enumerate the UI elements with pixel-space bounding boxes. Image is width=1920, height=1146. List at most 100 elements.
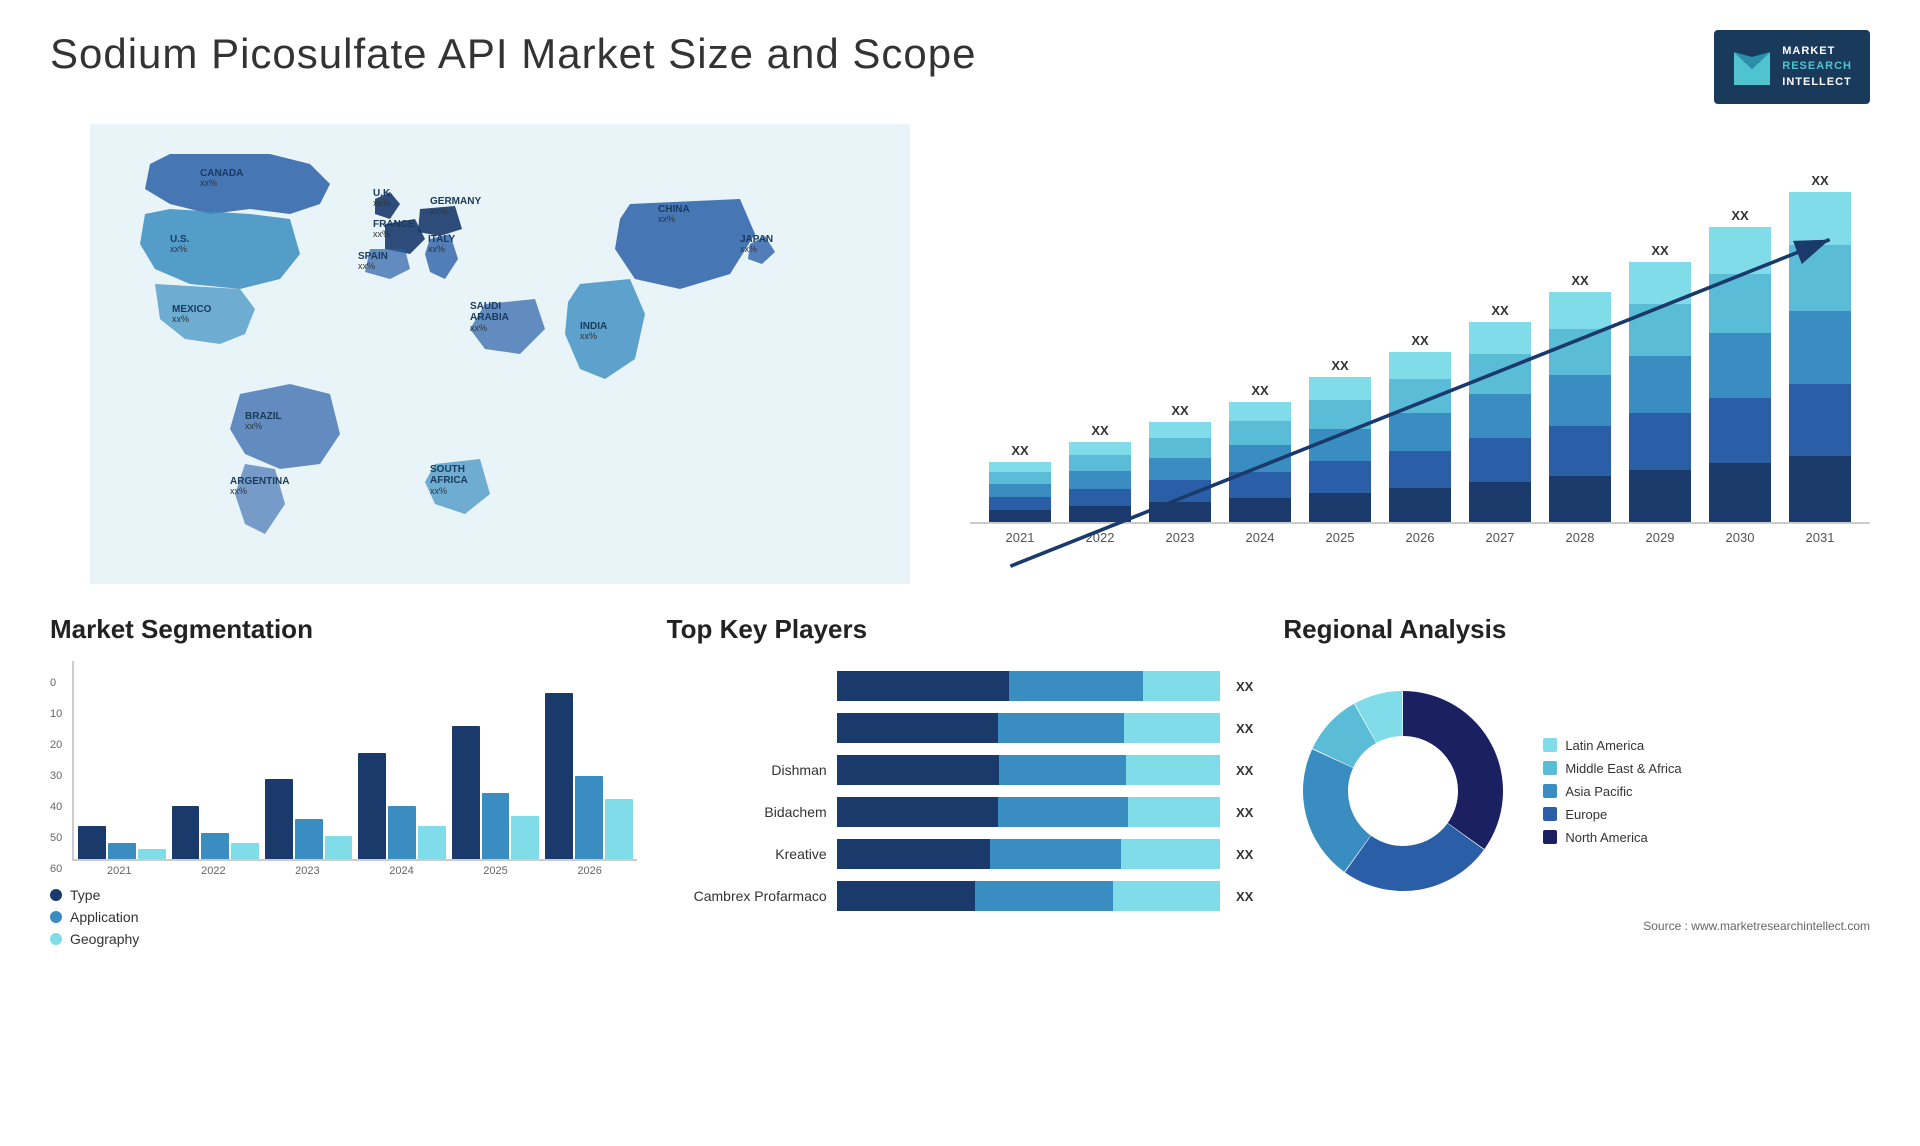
player-bar-seg-1 (990, 839, 1121, 869)
player-name: Cambrex Profarmaco (667, 888, 827, 904)
donut-chart (1283, 671, 1523, 911)
bar-group-2027: XX (1469, 303, 1531, 522)
chart-x-label-2031: 2031 (1780, 530, 1860, 545)
players-chart: XXXXDishmanXXBidachemXXKreativeXXCambrex… (667, 671, 1254, 923)
player-bar-seg-2 (1113, 881, 1220, 911)
player-bar-stacked (837, 797, 1220, 827)
bar-segment-1 (1709, 463, 1771, 522)
player-bar-container (837, 671, 1220, 701)
bar-group-2021: XX (989, 443, 1051, 522)
chart-x-labels: 2021202220232024202520262027202820292030… (970, 524, 1870, 545)
svg-text:SOUTH: SOUTH (430, 464, 465, 475)
bar-segment-5 (1629, 262, 1691, 304)
bar-segment-5 (1709, 227, 1771, 274)
seg-y-labels: 60 50 40 30 20 10 0 (50, 677, 62, 877)
stacked-bar (1709, 227, 1771, 522)
bar-label-top: XX (1811, 173, 1828, 188)
bar-group-2026: XX (1389, 333, 1451, 522)
chart-x-label-2024: 2024 (1220, 530, 1300, 545)
svg-text:xx%: xx% (373, 198, 390, 208)
bar-label-top: XX (1571, 273, 1588, 288)
svg-text:xx%: xx% (170, 244, 187, 254)
bar-segment-4 (1309, 400, 1371, 429)
stacked-bar (1629, 262, 1691, 522)
player-row-5: Cambrex ProfarmacoXX (667, 881, 1254, 911)
bar-segment-1 (1069, 506, 1131, 522)
bar-segment-2 (1229, 472, 1291, 498)
player-name: Kreative (667, 846, 827, 862)
bar-segment-3 (1069, 471, 1131, 489)
player-bar-seg-2 (1121, 839, 1220, 869)
logo-line2: RESEARCH (1782, 59, 1852, 74)
svg-text:xx%: xx% (430, 206, 447, 216)
logo-box: MARKET RESEARCH INTELLECT (1714, 30, 1870, 104)
bar-segment-4 (1229, 421, 1291, 445)
donut-area: Latin AmericaMiddle East & AfricaAsia Pa… (1283, 671, 1870, 911)
svg-text:xx%: xx% (373, 229, 390, 239)
source-text: Source : www.marketresearchintellect.com (1283, 919, 1870, 933)
bar-group-2031: XX (1789, 173, 1851, 522)
donut-segment-0 (1403, 691, 1503, 849)
bar-segment-4 (1549, 329, 1611, 375)
page: Sodium Picosulfate API Market Size and S… (0, 0, 1920, 1146)
legend-application-label: Application (70, 909, 139, 925)
chart-x-label-2027: 2027 (1460, 530, 1540, 545)
logo-line1: MARKET (1782, 44, 1852, 59)
bar-segment-2 (1149, 480, 1211, 502)
svg-text:xx%: xx% (200, 178, 217, 188)
seg-bar-type (172, 806, 200, 859)
legend-application: Application (50, 909, 637, 925)
stacked-bar (1309, 377, 1371, 522)
bar-segment-5 (1549, 292, 1611, 329)
players-title: Top Key Players (667, 614, 1254, 645)
bar-chart-section: XXXXXXXXXXXXXXXXXXXXXX 20212022202320242… (970, 124, 1870, 584)
seg-legend: Type Application Geography (50, 887, 637, 953)
svg-text:xx%: xx% (430, 486, 447, 496)
bar-segment-2 (1549, 426, 1611, 477)
stacked-bar (1229, 402, 1291, 522)
seg-bar-geography (325, 836, 353, 859)
bar-segment-2 (1389, 451, 1451, 488)
player-bar-stacked (837, 671, 1220, 701)
bar-segment-3 (989, 484, 1051, 497)
seg-x-labels: 2021 2022 2023 2024 2025 2026 (72, 865, 636, 877)
regional-legend-item: Asia Pacific (1543, 784, 1681, 799)
bar-segment-4 (989, 472, 1051, 484)
player-bar-stacked (837, 839, 1220, 869)
chart-x-label-2029: 2029 (1620, 530, 1700, 545)
seg-bar-geography (605, 799, 633, 859)
player-row-3: BidachemXX (667, 797, 1254, 827)
bar-segment-2 (1309, 461, 1371, 493)
bar-segment-5 (989, 462, 1051, 472)
bar-segment-5 (1789, 192, 1851, 245)
logo-area: MARKET RESEARCH INTELLECT (1714, 30, 1870, 104)
legend-application-dot (50, 911, 62, 923)
bar-segment-4 (1469, 354, 1531, 394)
seg-bar-group-3 (358, 753, 445, 860)
bar-label-top: XX (1251, 383, 1268, 398)
stacked-bar (1149, 422, 1211, 522)
bar-segment-3 (1309, 429, 1371, 461)
seg-bar-group-2 (265, 779, 352, 859)
bar-label-top: XX (1171, 403, 1188, 418)
stacked-bar (1789, 192, 1851, 522)
bar-label-top: XX (1491, 303, 1508, 318)
seg-bar-type (545, 693, 573, 860)
bar-label-top: XX (1331, 358, 1348, 373)
svg-text:xx%: xx% (580, 331, 597, 341)
seg-bar-geography (511, 816, 539, 859)
bar-segment-1 (1389, 488, 1451, 522)
player-xx-label: XX (1236, 763, 1253, 778)
bar-segment-5 (1229, 402, 1291, 421)
legend-type-dot (50, 889, 62, 901)
segmentation-title: Market Segmentation (50, 614, 637, 645)
legend-geography-label: Geography (70, 931, 139, 947)
map-section: CANADA xx% U.S. xx% MEXICO xx% BRAZIL xx… (50, 124, 950, 584)
seg-bar-application (388, 806, 416, 859)
legend-geography: Geography (50, 931, 637, 947)
bar-label-top: XX (1011, 443, 1028, 458)
bar-segment-2 (1069, 489, 1131, 507)
player-row-1: XX (667, 713, 1254, 743)
seg-bar-type (265, 779, 293, 859)
regional-legend-item: Latin America (1543, 738, 1681, 753)
